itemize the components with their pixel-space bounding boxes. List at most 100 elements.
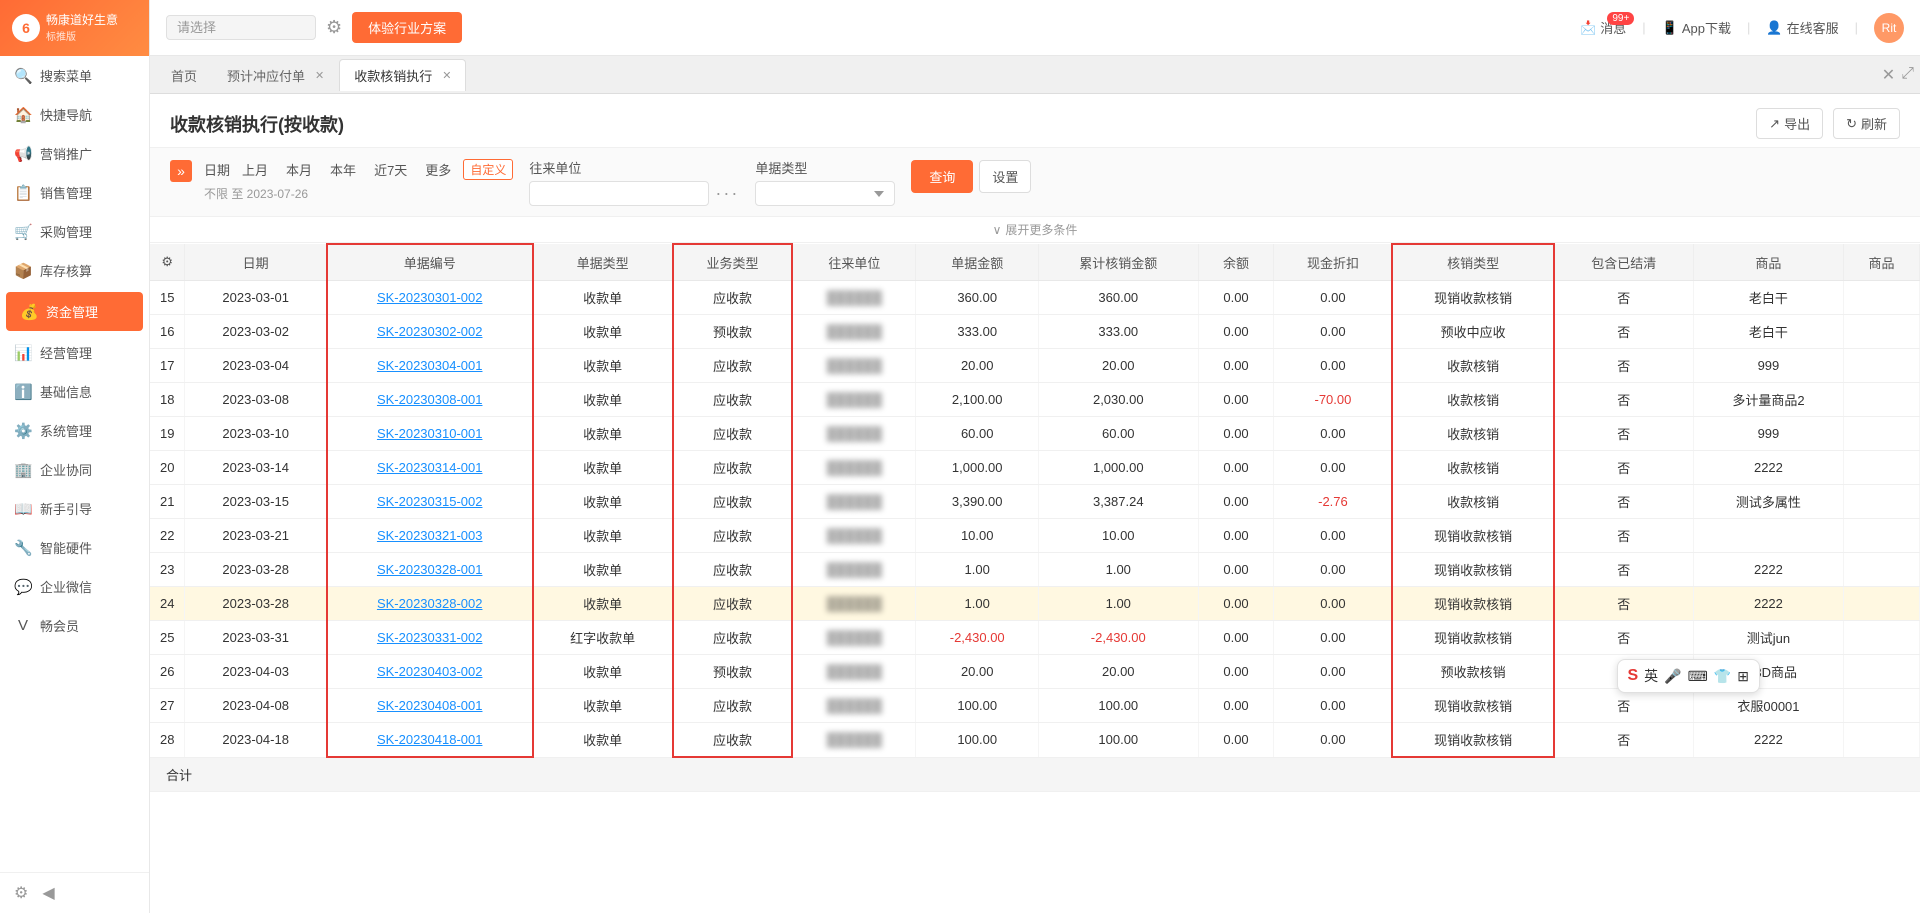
table-header-row: ⚙ 日期 单据编号 单据类型 业务类型 往来单位 单据金额 累计核销金额 余额 … bbox=[150, 244, 1920, 281]
cell-biztype: 应收款 bbox=[673, 723, 792, 758]
sidebar-item-inventory[interactable]: 📦库存核算 bbox=[0, 251, 149, 290]
cell-partner: ██████ bbox=[792, 349, 916, 383]
filter-bar: » 日期 上月 本月 本年 近7天 更多 自定义 不限 至 2023-07-26 bbox=[150, 148, 1920, 217]
badge-mic-icon[interactable]: 🎤 bbox=[1664, 668, 1681, 685]
filter-date-7days[interactable]: 近7天 bbox=[368, 158, 413, 181]
sidebar-icon-finance: 💰 bbox=[20, 303, 38, 321]
cell-biztype: 应收款 bbox=[673, 587, 792, 621]
cell-balance: 0.00 bbox=[1198, 281, 1274, 315]
notification-badge-item[interactable]: 📩 消息 99+ bbox=[1580, 18, 1626, 37]
cell-biztype: 应收款 bbox=[673, 689, 792, 723]
filter-partner-dots[interactable]: ··· bbox=[715, 183, 739, 204]
bill-no-link[interactable]: SK-20230304-001 bbox=[377, 358, 483, 373]
sidebar-icon-basic: ℹ️ bbox=[14, 383, 32, 401]
bill-no-link[interactable]: SK-20230314-001 bbox=[377, 460, 483, 475]
collapse-footer-icon[interactable]: ◀ bbox=[42, 883, 54, 903]
industry-solution-button[interactable]: 体验行业方案 bbox=[352, 12, 462, 43]
tab-expand-icon[interactable]: ⤢ bbox=[1901, 65, 1914, 85]
tabbar: 首页 预计冲应付单 ✕ 收款核销执行 ✕ ✕ ⤢ bbox=[150, 56, 1920, 94]
filter-date-prev-month[interactable]: 上月 bbox=[236, 158, 274, 181]
sidebar-icon-hardware: 🔧 bbox=[14, 539, 32, 557]
cell-billno: SK-20230403-002 bbox=[327, 655, 533, 689]
sidebar-item-sales[interactable]: 📋销售管理 bbox=[0, 173, 149, 212]
tab-payable-label: 预计冲应付单 bbox=[227, 66, 305, 85]
export-button[interactable]: ↗ 导出 bbox=[1756, 108, 1823, 139]
badge-shirt-icon[interactable]: 👕 bbox=[1714, 668, 1731, 685]
filter-bill-type-select[interactable] bbox=[755, 181, 895, 206]
filter-date-custom-button[interactable]: 自定义 bbox=[463, 159, 513, 180]
app-download-item[interactable]: 📱 App下载 bbox=[1662, 18, 1731, 37]
cell-partner: ██████ bbox=[792, 315, 916, 349]
cell-billtype: 收款单 bbox=[533, 383, 673, 417]
sidebar-item-marketing[interactable]: 📢营销推广 bbox=[0, 134, 149, 173]
sidebar-label-member: 畅会员 bbox=[40, 616, 79, 635]
bill-no-link[interactable]: SK-20230301-002 bbox=[377, 290, 483, 305]
query-button[interactable]: 查询 bbox=[911, 160, 973, 193]
bill-no-link[interactable]: SK-20230308-001 bbox=[377, 392, 483, 407]
sidebar-item-system[interactable]: ⚙️系统管理 bbox=[0, 411, 149, 450]
settings-footer-icon[interactable]: ⚙ bbox=[14, 883, 28, 903]
cell-date: 2023-03-01 bbox=[185, 281, 327, 315]
filter-date-this-month[interactable]: 本月 bbox=[280, 158, 318, 181]
sidebar-item-wechat[interactable]: 💬企业微信 bbox=[0, 567, 149, 606]
bill-no-link[interactable]: SK-20230331-002 bbox=[377, 630, 483, 645]
sidebar-item-quick-nav[interactable]: 🏠快捷导航 bbox=[0, 95, 149, 134]
tab-receipts[interactable]: 收款核销执行 ✕ bbox=[339, 59, 466, 91]
sidebar-item-guide[interactable]: 📖新手引导 bbox=[0, 489, 149, 528]
cell-partner: ██████ bbox=[792, 621, 916, 655]
tab-close-all-icon[interactable]: ✕ bbox=[1882, 65, 1895, 85]
bill-no-link[interactable]: SK-20230328-001 bbox=[377, 562, 483, 577]
cell-partner: ██████ bbox=[792, 587, 916, 621]
cell-cashdiscount: 0.00 bbox=[1274, 553, 1393, 587]
bill-no-link[interactable]: SK-20230302-002 bbox=[377, 324, 483, 339]
cell-writeoffamount: 100.00 bbox=[1038, 723, 1198, 758]
filter-date-more[interactable]: 更多 bbox=[419, 158, 457, 181]
bill-no-link[interactable]: SK-20230321-003 bbox=[377, 528, 483, 543]
bill-no-link[interactable]: SK-20230408-001 bbox=[377, 698, 483, 713]
cell-writeoffamount: -2,430.00 bbox=[1038, 621, 1198, 655]
sidebar-item-basic[interactable]: ℹ️基础信息 bbox=[0, 372, 149, 411]
col-settings-header[interactable]: ⚙ bbox=[150, 244, 185, 281]
bill-no-link[interactable]: SK-20230418-001 bbox=[377, 732, 483, 747]
cell-biztype: 应收款 bbox=[673, 383, 792, 417]
sidebar-icon-guide: 📖 bbox=[14, 500, 32, 518]
col-writeofftype-header: 核销类型 bbox=[1392, 244, 1553, 281]
sidebar-item-finance[interactable]: 💰资金管理 bbox=[6, 292, 143, 331]
expand-more-label: 展开更多条件 bbox=[1005, 221, 1077, 238]
refresh-button[interactable]: ↻ 刷新 bbox=[1833, 108, 1900, 139]
cell-writeoffamount: 100.00 bbox=[1038, 689, 1198, 723]
sidebar-item-purchase[interactable]: 🛒采购管理 bbox=[0, 212, 149, 251]
badge-keyboard-icon[interactable]: ⌨ bbox=[1688, 668, 1708, 685]
cell-biztype: 应收款 bbox=[673, 451, 792, 485]
breadcrumb-select[interactable]: 请选择 bbox=[166, 15, 316, 40]
cell-billamount: 1.00 bbox=[916, 553, 1038, 587]
sidebar-item-member[interactable]: V畅会员 bbox=[0, 606, 149, 645]
tab-payable-close[interactable]: ✕ bbox=[315, 69, 324, 82]
notification-count: 99+ bbox=[1607, 12, 1634, 25]
sidebar-item-operations[interactable]: 📊经营管理 bbox=[0, 333, 149, 372]
cell-billtype: 收款单 bbox=[533, 349, 673, 383]
tab-receipts-close[interactable]: ✕ bbox=[442, 69, 451, 82]
cell-goods2 bbox=[1844, 553, 1920, 587]
bill-no-link[interactable]: SK-20230328-002 bbox=[377, 596, 483, 611]
filter-date-this-year[interactable]: 本年 bbox=[324, 158, 362, 181]
filter-partner-input[interactable] bbox=[529, 181, 709, 206]
sidebar-item-enterprise[interactable]: 🏢企业协同 bbox=[0, 450, 149, 489]
bill-no-link[interactable]: SK-20230403-002 bbox=[377, 664, 483, 679]
tab-payable[interactable]: 预计冲应付单 ✕ bbox=[212, 59, 339, 91]
sidebar-item-hardware[interactable]: 🔧智能硬件 bbox=[0, 528, 149, 567]
badge-grid-icon[interactable]: ⊞ bbox=[1737, 668, 1749, 685]
cell-goods2 bbox=[1844, 621, 1920, 655]
expand-more-button[interactable]: ∨ 展开更多条件 bbox=[993, 221, 1078, 238]
tab-home[interactable]: 首页 bbox=[156, 59, 212, 91]
bill-no-link[interactable]: SK-20230315-002 bbox=[377, 494, 483, 509]
sidebar-icon-marketing: 📢 bbox=[14, 145, 32, 163]
bill-no-link[interactable]: SK-20230310-001 bbox=[377, 426, 483, 441]
sidebar-item-search[interactable]: 🔍搜索菜单 bbox=[0, 56, 149, 95]
user-avatar[interactable]: Rit bbox=[1874, 13, 1904, 43]
page-actions: ↗ 导出 ↻ 刷新 bbox=[1756, 108, 1900, 139]
topbar-settings-icon[interactable]: ⚙ bbox=[326, 17, 342, 38]
online-service-item[interactable]: 👤 在线客服 bbox=[1766, 18, 1838, 37]
filter-expand-button[interactable]: » bbox=[170, 160, 192, 182]
filter-settings-button[interactable]: 设置 bbox=[979, 160, 1031, 193]
